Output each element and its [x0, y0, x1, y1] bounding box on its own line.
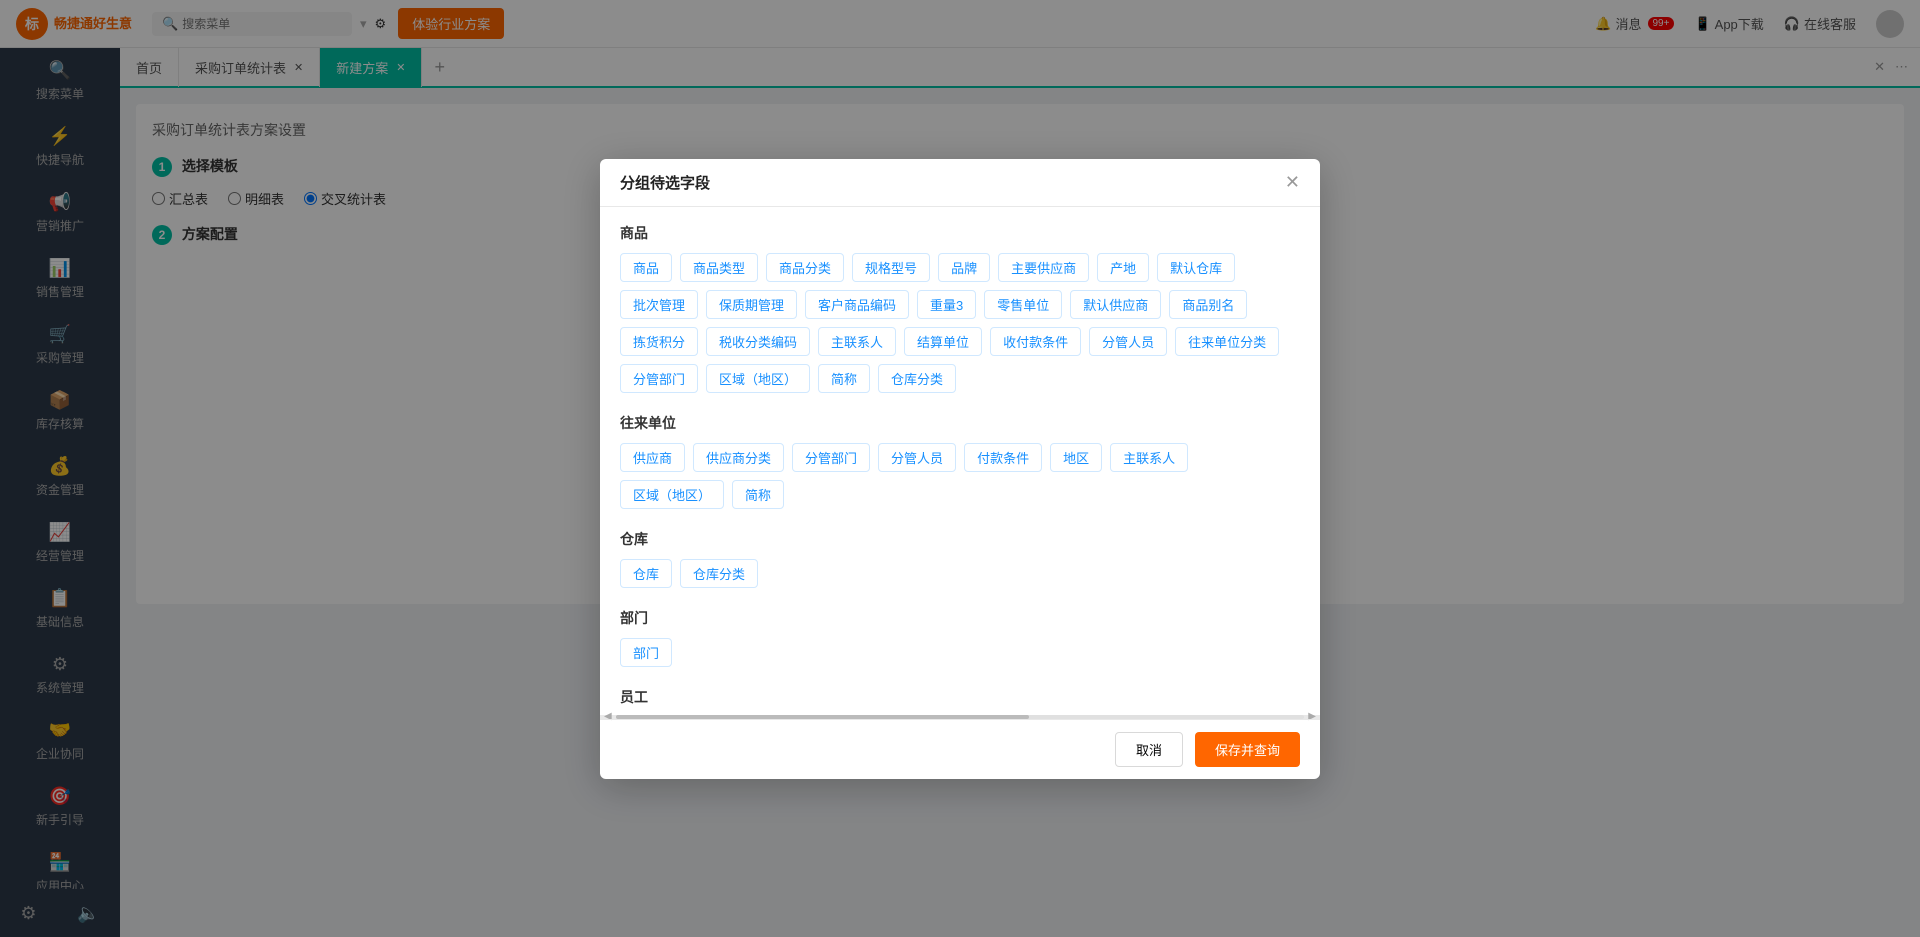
modal-section-fields-3: 部门: [620, 638, 1300, 667]
modal-section-4: 员工业务员: [620, 687, 1300, 715]
field-tag-0-12[interactable]: 零售单位: [984, 290, 1062, 319]
field-tag-0-9[interactable]: 保质期管理: [706, 290, 797, 319]
field-tag-1-4[interactable]: 付款条件: [964, 443, 1042, 472]
modal-close-icon[interactable]: ✕: [1285, 172, 1300, 193]
field-tag-0-2[interactable]: 商品分类: [766, 253, 844, 282]
field-tag-0-0[interactable]: 商品: [620, 253, 672, 282]
modal-section-1: 往来单位供应商供应商分类分管部门分管人员付款条件地区主联系人区域（地区） 简称: [620, 413, 1300, 509]
field-tag-0-17[interactable]: 主联系人: [818, 327, 896, 356]
field-tag-0-7[interactable]: 默认仓库: [1157, 253, 1235, 282]
modal-section-label-4: 员工: [620, 687, 1300, 707]
modal-overlay: 分组待选字段 ✕ 商品商品商品类型商品分类规格型号品牌主要供应商产地默认仓库批次…: [0, 0, 1920, 937]
save-query-button[interactable]: 保存并查询: [1195, 732, 1300, 767]
modal-header: 分组待选字段 ✕: [600, 159, 1320, 207]
field-tag-0-23[interactable]: 区域（地区）: [706, 364, 810, 393]
modal-footer: 取消 保存并查询: [600, 719, 1320, 779]
field-tag-0-19[interactable]: 收付款条件: [990, 327, 1081, 356]
field-tag-0-11[interactable]: 重量3: [917, 290, 976, 319]
field-tag-1-5[interactable]: 地区: [1050, 443, 1102, 472]
field-tag-0-14[interactable]: 商品别名: [1169, 290, 1247, 319]
modal-title: 分组待选字段: [620, 172, 710, 193]
field-tag-2-0[interactable]: 仓库: [620, 559, 672, 588]
field-tag-0-5[interactable]: 主要供应商: [998, 253, 1089, 282]
field-tag-0-1[interactable]: 商品类型: [680, 253, 758, 282]
modal-section-label-0: 商品: [620, 223, 1300, 243]
field-tag-0-13[interactable]: 默认供应商: [1070, 290, 1161, 319]
field-tag-0-3[interactable]: 规格型号: [852, 253, 930, 282]
modal-section-0: 商品商品商品类型商品分类规格型号品牌主要供应商产地默认仓库批次管理保质期管理客户…: [620, 223, 1300, 393]
field-tag-1-1[interactable]: 供应商分类: [693, 443, 784, 472]
modal-section-label-2: 仓库: [620, 529, 1300, 549]
modal-section-label-3: 部门: [620, 608, 1300, 628]
field-tag-0-24[interactable]: 简称: [818, 364, 870, 393]
field-tag-0-18[interactable]: 结算单位: [904, 327, 982, 356]
field-tag-1-8[interactable]: 简称: [732, 480, 784, 509]
modal-section-3: 部门部门: [620, 608, 1300, 667]
field-tag-3-0[interactable]: 部门: [620, 638, 672, 667]
field-tag-1-6[interactable]: 主联系人: [1110, 443, 1188, 472]
field-tag-0-25[interactable]: 仓库分类: [878, 364, 956, 393]
cancel-button[interactable]: 取消: [1115, 732, 1183, 767]
field-tag-1-2[interactable]: 分管部门: [792, 443, 870, 472]
field-tag-1-0[interactable]: 供应商: [620, 443, 685, 472]
modal-dialog: 分组待选字段 ✕ 商品商品商品类型商品分类规格型号品牌主要供应商产地默认仓库批次…: [600, 159, 1320, 779]
field-tag-0-10[interactable]: 客户商品编码: [805, 290, 909, 319]
modal-section-fields-2: 仓库仓库分类: [620, 559, 1300, 588]
field-tag-0-16[interactable]: 税收分类编码: [706, 327, 810, 356]
field-tag-0-22[interactable]: 分管部门: [620, 364, 698, 393]
modal-section-2: 仓库仓库仓库分类: [620, 529, 1300, 588]
modal-section-fields-0: 商品商品类型商品分类规格型号品牌主要供应商产地默认仓库批次管理保质期管理客户商品…: [620, 253, 1300, 393]
modal-section-fields-1: 供应商供应商分类分管部门分管人员付款条件地区主联系人区域（地区） 简称: [620, 443, 1300, 509]
field-tag-0-21[interactable]: 往来单位分类: [1175, 327, 1279, 356]
field-tag-0-15[interactable]: 拣货积分: [620, 327, 698, 356]
field-tag-0-20[interactable]: 分管人员: [1089, 327, 1167, 356]
field-tag-0-8[interactable]: 批次管理: [620, 290, 698, 319]
field-tag-0-4[interactable]: 品牌: [938, 253, 990, 282]
field-tag-1-7[interactable]: 区域（地区）: [620, 480, 724, 509]
modal-body: 商品商品商品类型商品分类规格型号品牌主要供应商产地默认仓库批次管理保质期管理客户…: [600, 207, 1320, 715]
field-tag-1-3[interactable]: 分管人员: [878, 443, 956, 472]
modal-section-label-1: 往来单位: [620, 413, 1300, 433]
field-tag-2-1[interactable]: 仓库分类: [680, 559, 758, 588]
field-tag-0-6[interactable]: 产地: [1097, 253, 1149, 282]
